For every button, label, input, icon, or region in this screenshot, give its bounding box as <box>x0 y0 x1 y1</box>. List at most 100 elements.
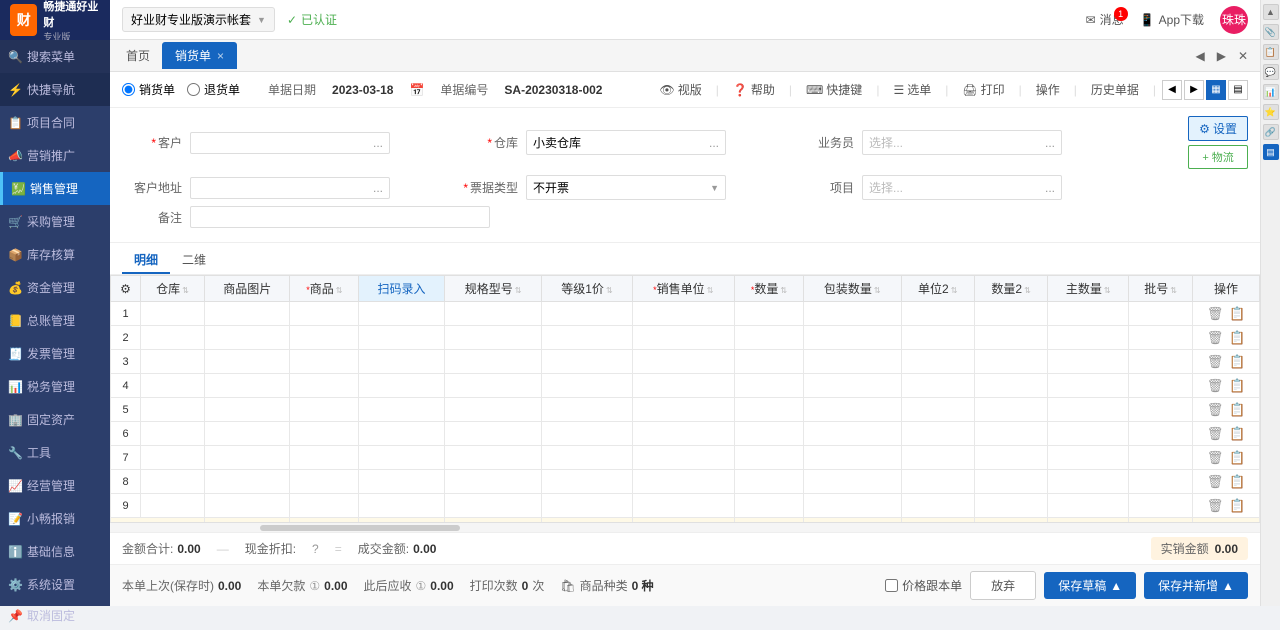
row-sales-unit[interactable] <box>632 302 735 326</box>
row-warehouse[interactable] <box>141 374 205 398</box>
row-qty2[interactable] <box>974 326 1047 350</box>
print-btn[interactable]: 🖨 打印 <box>954 78 1012 101</box>
th-product-img[interactable]: 商品图片 <box>205 276 290 302</box>
horizontal-scrollbar[interactable] <box>110 522 1260 532</box>
save-draft-btn[interactable]: 保存草稿 ▲ <box>1044 572 1136 599</box>
row-product-img[interactable] <box>205 350 290 374</box>
row-copy-icon[interactable]: 📋 <box>1229 378 1245 394</box>
row-product[interactable] <box>290 350 359 374</box>
th-main-qty[interactable]: 主数量⇅ <box>1048 276 1129 302</box>
sidebar-item-report[interactable]: 📝 小畅报销 <box>0 502 110 535</box>
row-copy-icon[interactable]: 📋 <box>1229 306 1245 322</box>
row-copy-icon[interactable]: 📋 <box>1229 426 1245 442</box>
row-unit2[interactable] <box>901 374 974 398</box>
view-btn-prev[interactable]: ◀ <box>1162 80 1182 100</box>
row-spec[interactable] <box>444 350 542 374</box>
row-warehouse[interactable] <box>141 326 205 350</box>
row-main-qty[interactable] <box>1048 374 1129 398</box>
row-pack-qty[interactable] <box>803 398 901 422</box>
row-delete-icon[interactable]: 🗑 <box>1207 426 1224 442</box>
row-quantity[interactable] <box>735 494 804 518</box>
row-sales-unit[interactable] <box>632 398 735 422</box>
row-quantity[interactable] <box>735 398 804 422</box>
row-unit2[interactable] <box>901 422 974 446</box>
setup-btn[interactable]: ⚙ 设置 <box>1188 116 1248 141</box>
row-quantity[interactable] <box>735 422 804 446</box>
right-panel-btn-2[interactable]: 📎 <box>1263 24 1279 40</box>
salesperson-input[interactable]: 选择... ... <box>862 130 1062 155</box>
row-main-qty[interactable] <box>1048 494 1129 518</box>
row-qty2[interactable] <box>974 494 1047 518</box>
row-spec[interactable] <box>444 326 542 350</box>
row-copy-icon[interactable]: 📋 <box>1229 450 1245 466</box>
row-copy-icon[interactable]: 📋 <box>1229 354 1245 370</box>
sidebar-item-basic-info[interactable]: ℹ️ 基础信息 <box>0 535 110 568</box>
right-panel-btn-1[interactable]: ▲ <box>1263 4 1279 20</box>
row-pack-qty[interactable] <box>803 350 901 374</box>
sidebar-item-marketing[interactable]: 📣 营销推广 <box>0 139 110 172</box>
row-product-img[interactable] <box>205 302 290 326</box>
row-copy-icon[interactable]: 📋 <box>1229 402 1245 418</box>
row-product[interactable] <box>290 494 359 518</box>
row-price1[interactable] <box>542 350 632 374</box>
row-qty2[interactable] <box>974 446 1047 470</box>
row-batch[interactable] <box>1129 350 1193 374</box>
row-delete-icon[interactable]: 🗑 <box>1207 474 1224 490</box>
sidebar-item-invoice[interactable]: 🧾 发票管理 <box>0 337 110 370</box>
row-scan-input[interactable] <box>359 326 444 350</box>
row-price1[interactable] <box>542 302 632 326</box>
save-new-btn[interactable]: 保存并新增 ▲ <box>1144 572 1248 599</box>
sidebar-item-project[interactable]: 📋 项目合同 <box>0 106 110 139</box>
row-product-img[interactable] <box>205 422 290 446</box>
sidebar-item-search[interactable]: 🔍 搜索菜单 <box>0 40 110 73</box>
row-price1[interactable] <box>542 494 632 518</box>
row-product-img[interactable] <box>205 470 290 494</box>
invoice-select[interactable]: 不开票 ▼ <box>526 175 726 200</box>
row-product-img[interactable] <box>205 446 290 470</box>
row-scan-input[interactable] <box>359 398 444 422</box>
row-spec[interactable] <box>444 302 542 326</box>
help-btn[interactable]: ❓ 帮助 <box>725 78 783 101</box>
row-delete-icon[interactable]: 🗑 <box>1207 306 1224 322</box>
row-unit2[interactable] <box>901 302 974 326</box>
sidebar-item-inventory[interactable]: 📦 库存核算 <box>0 238 110 271</box>
sidebar-item-sales[interactable]: 💹 销售管理 <box>0 172 110 205</box>
th-product[interactable]: *商品⇅ <box>290 276 359 302</box>
right-panel-btn-5[interactable]: 📊 <box>1263 84 1279 100</box>
tab-next-btn[interactable]: ▶ <box>1213 47 1230 65</box>
row-pack-qty[interactable] <box>803 326 901 350</box>
row-delete-icon[interactable]: 🗑 <box>1207 402 1224 418</box>
th-warehouse[interactable]: 仓库⇅ <box>141 276 205 302</box>
row-delete-icon[interactable]: 🗑 <box>1207 354 1224 370</box>
view-btn[interactable]: 👁 视版 <box>652 78 710 101</box>
row-warehouse[interactable] <box>141 494 205 518</box>
row-main-qty[interactable] <box>1048 302 1129 326</box>
row-price1[interactable] <box>542 398 632 422</box>
row-unit2[interactable] <box>901 470 974 494</box>
radio-sales-order[interactable]: 销货单 <box>122 81 175 98</box>
row-price1[interactable] <box>542 374 632 398</box>
row-copy-icon[interactable]: 📋 <box>1229 330 1245 346</box>
tab-close-all-btn[interactable]: ✕ <box>1234 47 1252 65</box>
row-quantity[interactable] <box>735 302 804 326</box>
row-batch[interactable] <box>1129 494 1193 518</box>
row-price1[interactable] <box>542 446 632 470</box>
view-btn-next[interactable]: ▶ <box>1184 80 1204 100</box>
radio-return-order[interactable]: 退货单 <box>187 81 240 98</box>
th-batch[interactable]: 批号⇅ <box>1129 276 1193 302</box>
message-btn[interactable]: ✉ 1 消息 <box>1086 11 1124 28</box>
row-product[interactable] <box>290 398 359 422</box>
row-main-qty[interactable] <box>1048 422 1129 446</box>
warehouse-input[interactable]: 小卖仓库 ... <box>526 130 726 155</box>
sidebar-item-accounting[interactable]: 📒 总账管理 <box>0 304 110 337</box>
row-sales-unit[interactable] <box>632 422 735 446</box>
row-pack-qty[interactable] <box>803 446 901 470</box>
row-main-qty[interactable] <box>1048 398 1129 422</box>
price-checkbox-label[interactable]: 价格跟本单 <box>885 577 962 594</box>
row-unit2[interactable] <box>901 350 974 374</box>
row-quantity[interactable] <box>735 326 804 350</box>
row-product[interactable] <box>290 470 359 494</box>
th-sales-unit[interactable]: *销售单位⇅ <box>632 276 735 302</box>
row-product-img[interactable] <box>205 398 290 422</box>
row-quantity[interactable] <box>735 470 804 494</box>
